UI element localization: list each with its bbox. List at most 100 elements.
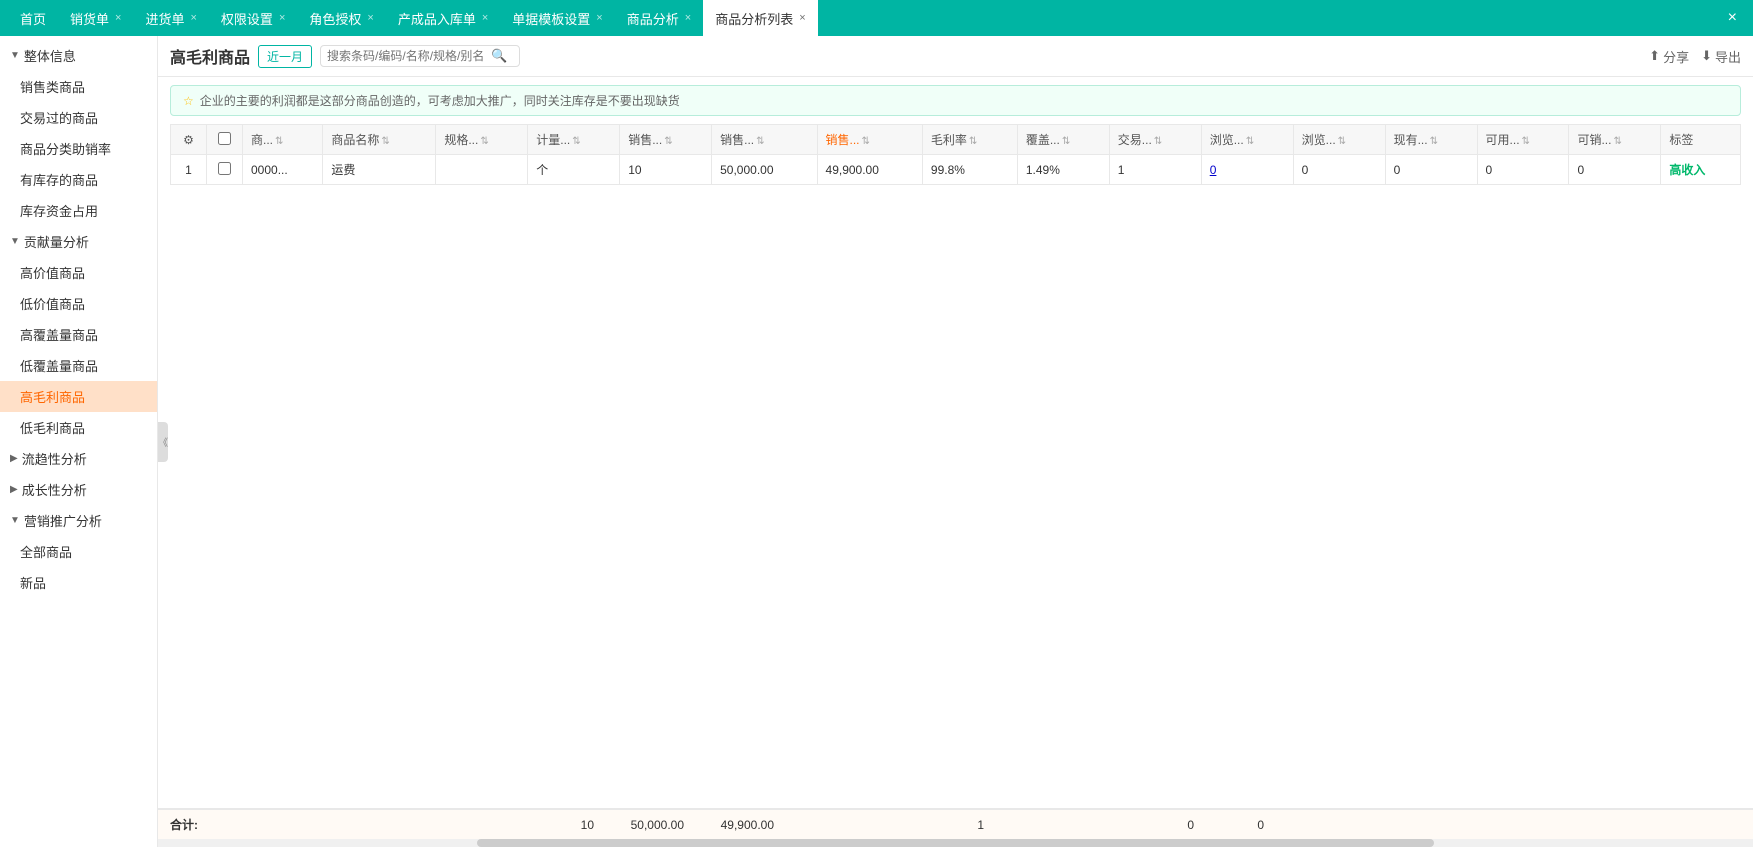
collapse-arrow-icon: ▶ xyxy=(10,453,18,464)
col-tag[interactable]: 标签 xyxy=(1661,125,1741,155)
sidebar-item-all-goods[interactable]: 全部商品 xyxy=(0,536,157,567)
sidebar-item-low-value[interactable]: 低价值商品 xyxy=(0,288,157,319)
cell-sales2: 50,000.00 xyxy=(712,155,817,185)
hint-icon: ☆ xyxy=(183,94,194,108)
collapse-arrow-icon: ▼ xyxy=(10,50,20,61)
window-close-button[interactable]: × xyxy=(1720,9,1745,27)
col-stock1[interactable]: 现有...⇅ xyxy=(1385,125,1477,155)
col-stock3[interactable]: 可销...⇅ xyxy=(1569,125,1661,155)
close-icon[interactable]: × xyxy=(115,12,121,24)
col-stock2[interactable]: 可用...⇅ xyxy=(1477,125,1569,155)
nav-item-inventory[interactable]: 产成品入库单 × xyxy=(386,0,500,36)
sidebar-section-growth[interactable]: ▶ 成长性分析 xyxy=(0,474,157,505)
col-settings[interactable]: ⚙ xyxy=(171,125,207,155)
sidebar-item-low-margin[interactable]: 低毛利商品 xyxy=(0,412,157,443)
cell-sales1: 10 xyxy=(620,155,712,185)
collapse-arrow-icon: ▼ xyxy=(10,236,20,247)
col-browse2[interactable]: 浏览...⇅ xyxy=(1293,125,1385,155)
sidebar-section-trend[interactable]: ▶ 流趋性分析 xyxy=(0,443,157,474)
cell-stock1: 0 xyxy=(1385,155,1477,185)
export-button[interactable]: ⬇ 导出 xyxy=(1701,47,1741,66)
nav-item-home[interactable]: 首页 xyxy=(8,0,58,36)
time-filter-button[interactable]: 近一月 xyxy=(258,45,312,68)
nav-item-roles[interactable]: 角色授权 × xyxy=(297,0,385,36)
sidebar-item-stock-capital[interactable]: 库存资金占用 xyxy=(0,195,157,226)
scrollbar-thumb[interactable] xyxy=(477,839,1434,847)
cell-transactions: 1 xyxy=(1109,155,1201,185)
footer-sales2: 50,000.00 xyxy=(602,818,692,832)
cell-spec xyxy=(436,155,528,185)
col-coverage[interactable]: 覆盖...⇅ xyxy=(1017,125,1109,155)
collapse-arrow-icon: ▼ xyxy=(10,515,20,526)
cell-unit: 个 xyxy=(528,155,620,185)
sidebar: ▼ 整体信息 销售类商品 交易过的商品 商品分类助销率 有库存的商品 库存资金占… xyxy=(0,36,158,847)
col-spec[interactable]: 规格...⇅ xyxy=(436,125,528,155)
sidebar-item-new-goods[interactable]: 新品 xyxy=(0,567,157,598)
footer-sales1: 10 xyxy=(542,818,602,832)
horizontal-scrollbar[interactable] xyxy=(158,839,1753,847)
sidebar-section-marketing[interactable]: ▼ 营销推广分析 xyxy=(0,505,157,536)
search-box[interactable]: 🔍 xyxy=(320,45,520,67)
sidebar-item-low-coverage[interactable]: 低覆盖量商品 xyxy=(0,350,157,381)
footer-sales3: 49,900.00 xyxy=(692,818,782,832)
cell-browse2: 0 xyxy=(1293,155,1385,185)
cell-stock3: 0 xyxy=(1569,155,1661,185)
sidebar-item-category-rate[interactable]: 商品分类助销率 xyxy=(0,133,157,164)
nav-item-analysis-list[interactable]: 商品分析列表 × xyxy=(703,0,817,36)
col-name[interactable]: 商品名称⇅ xyxy=(323,125,436,155)
sidebar-item-high-margin[interactable]: 高毛利商品 xyxy=(0,381,157,412)
sidebar-item-high-coverage[interactable]: 高覆盖量商品 xyxy=(0,319,157,350)
close-icon[interactable]: × xyxy=(482,12,488,24)
table-row: 1 0000... 运费 个 10 50,000.00 49,900.00 99… xyxy=(171,155,1741,185)
cell-index: 1 xyxy=(171,155,207,185)
data-table: ⚙ 商...⇅ 商品名称⇅ 规格...⇅ 计量...⇅ 销售...⇅ 销售...… xyxy=(170,124,1741,185)
col-sales3[interactable]: 销售...⇅ xyxy=(817,125,922,155)
info-banner: ☆ 企业的主要的利润都是这部分商品创造的，可考虑加大推广，同时关注库存是不要出现… xyxy=(170,85,1741,116)
share-button[interactable]: ⬆ 分享 xyxy=(1649,47,1689,66)
col-browse1[interactable]: 浏览...⇅ xyxy=(1201,125,1293,155)
nav-item-permissions[interactable]: 权限设置 × xyxy=(209,0,297,36)
sidebar-item-traded-goods[interactable]: 交易过的商品 xyxy=(0,102,157,133)
table-footer: 合计: 10 50,000.00 49,900.00 1 0 0 xyxy=(158,808,1753,839)
cell-stock2: 0 xyxy=(1477,155,1569,185)
col-unit[interactable]: 计量...⇅ xyxy=(528,125,620,155)
close-icon[interactable]: × xyxy=(367,12,373,24)
page-title: 高毛利商品 xyxy=(170,44,250,68)
search-icon[interactable]: 🔍 xyxy=(491,48,507,64)
col-sales2[interactable]: 销售...⇅ xyxy=(712,125,817,155)
nav-item-sales[interactable]: 销货单 × xyxy=(58,0,133,36)
share-icon: ⬆ xyxy=(1649,48,1660,64)
export-icon: ⬇ xyxy=(1701,48,1712,64)
sidebar-section-overall[interactable]: ▼ 整体信息 xyxy=(0,40,157,71)
search-input[interactable] xyxy=(327,49,487,63)
close-icon[interactable]: × xyxy=(190,12,196,24)
close-icon[interactable]: × xyxy=(685,12,691,24)
footer-stock1: 0 xyxy=(1132,818,1202,832)
sidebar-section-contribution[interactable]: ▼ 贡献量分析 xyxy=(0,226,157,257)
nav-item-purchase[interactable]: 进货单 × xyxy=(133,0,208,36)
close-icon[interactable]: × xyxy=(799,12,805,24)
close-icon[interactable]: × xyxy=(596,12,602,24)
col-gross-rate[interactable]: 毛利率⇅ xyxy=(922,125,1017,155)
nav-item-analysis[interactable]: 商品分析 × xyxy=(615,0,703,36)
cell-tag: 高收入 xyxy=(1661,155,1741,185)
select-all-checkbox[interactable] xyxy=(218,132,231,145)
nav-item-template[interactable]: 单据模板设置 × xyxy=(500,0,614,36)
close-icon[interactable]: × xyxy=(279,12,285,24)
cell-checkbox[interactable] xyxy=(207,155,243,185)
sidebar-wrapper: ▼ 整体信息 销售类商品 交易过的商品 商品分类助销率 有库存的商品 库存资金占… xyxy=(0,36,158,847)
main-layout: ▼ 整体信息 销售类商品 交易过的商品 商品分类助销率 有库存的商品 库存资金占… xyxy=(0,36,1753,847)
col-transactions[interactable]: 交易...⇅ xyxy=(1109,125,1201,155)
col-checkbox[interactable] xyxy=(207,125,243,155)
collapse-arrow-icon: ▶ xyxy=(10,484,18,495)
cell-sales3: 49,900.00 xyxy=(817,155,922,185)
content-area: 高毛利商品 近一月 🔍 ⬆ 分享 ⬇ 导出 ☆ 企业的主要的利润都是这部分商品创… xyxy=(158,36,1753,847)
col-sales1[interactable]: 销售...⇅ xyxy=(620,125,712,155)
sidebar-item-high-value[interactable]: 高价值商品 xyxy=(0,257,157,288)
cell-browse1[interactable]: 0 xyxy=(1201,155,1293,185)
sidebar-collapse-button[interactable]: 《 xyxy=(158,422,168,462)
col-code[interactable]: 商...⇅ xyxy=(243,125,323,155)
sidebar-item-sales-goods[interactable]: 销售类商品 xyxy=(0,71,157,102)
cell-gross-rate: 99.8% xyxy=(922,155,1017,185)
sidebar-item-in-stock[interactable]: 有库存的商品 xyxy=(0,164,157,195)
